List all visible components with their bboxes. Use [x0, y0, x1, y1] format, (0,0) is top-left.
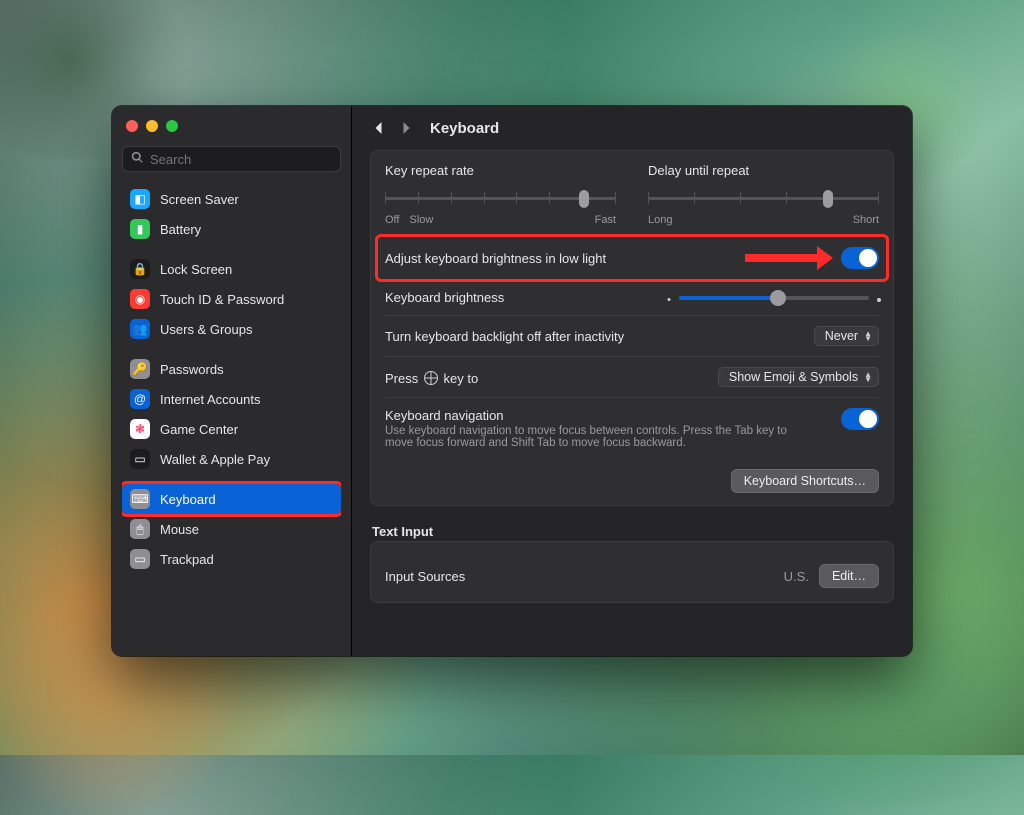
- globe-key-value: Show Emoji & Symbols: [729, 370, 858, 384]
- sidebar-item-label: Trackpad: [160, 552, 214, 567]
- screen-saver-icon: ◧: [130, 189, 150, 209]
- search-icon: [131, 151, 144, 167]
- forward-button[interactable]: [396, 116, 416, 140]
- brightness-slider[interactable]: [669, 296, 879, 300]
- sidebar-item-label: Screen Saver: [160, 192, 239, 207]
- sidebar-item-label: Battery: [160, 222, 201, 237]
- sidebar-item-passwords[interactable]: 🔑 Passwords: [122, 354, 341, 384]
- close-icon[interactable]: [126, 120, 138, 132]
- mouse-icon: 🖱: [130, 519, 150, 539]
- auto-brightness-label: Adjust keyboard brightness in low light: [385, 251, 606, 266]
- sidebar-item-lock-screen[interactable]: 🔒 Lock Screen: [122, 254, 341, 284]
- scale-slow: Slow: [409, 214, 433, 226]
- sidebar-item-label: Passwords: [160, 362, 224, 377]
- sidebar-item-internet-accounts[interactable]: @ Internet Accounts: [122, 384, 341, 414]
- scale-long: Long: [648, 214, 672, 226]
- sidebar-item-label: Wallet & Apple Pay: [160, 452, 270, 467]
- sidebar-item-trackpad[interactable]: ▭ Trackpad: [122, 544, 341, 574]
- sidebar-item-mouse[interactable]: 🖱 Mouse: [122, 514, 341, 544]
- fingerprint-icon: ◉: [130, 289, 150, 309]
- game-center-icon: ❃: [130, 419, 150, 439]
- sidebar-item-label: Keyboard: [160, 492, 216, 507]
- page-title: Keyboard: [430, 120, 499, 137]
- key-repeat-slider[interactable]: [385, 188, 616, 208]
- keyboard-nav-desc: Use keyboard navigation to move focus be…: [385, 425, 805, 449]
- scale-short: Short: [853, 214, 879, 226]
- repeat-sliders: Key repeat rate Off Slow Fast: [385, 163, 879, 236]
- backlight-off-label: Turn keyboard backlight off after inacti…: [385, 329, 624, 344]
- auto-brightness-toggle[interactable]: [841, 247, 879, 269]
- backlight-off-select[interactable]: Never ▲▼: [814, 326, 879, 346]
- sidebar-item-wallet[interactable]: ▭ Wallet & Apple Pay: [122, 444, 341, 474]
- minimize-icon[interactable]: [146, 120, 158, 132]
- sidebar-item-label: Users & Groups: [160, 322, 252, 337]
- row-auto-brightness: Adjust keyboard brightness in low light: [385, 236, 879, 279]
- search-field[interactable]: [122, 146, 341, 172]
- content-pane: Keyboard Key repeat rate Off Slow: [352, 106, 912, 656]
- keyboard-nav-toggle[interactable]: [841, 408, 879, 430]
- sidebar-item-game-center[interactable]: ❃ Game Center: [122, 414, 341, 444]
- users-icon: 👥: [130, 319, 150, 339]
- zoom-icon[interactable]: [166, 120, 178, 132]
- sidebar-item-users-groups[interactable]: 👥 Users & Groups: [122, 314, 341, 344]
- keyboard-shortcuts-button[interactable]: Keyboard Shortcuts…: [731, 469, 879, 493]
- keyboard-nav-label: Keyboard navigation: [385, 408, 841, 423]
- text-input-panel: Input Sources U.S. Edit…: [370, 541, 894, 603]
- chevron-updown-icon: ▲▼: [864, 372, 872, 382]
- input-sources-label: Input Sources: [385, 569, 465, 584]
- backlight-off-value: Never: [825, 329, 858, 343]
- search-input[interactable]: [150, 152, 332, 167]
- delay-repeat-label: Delay until repeat: [648, 163, 879, 178]
- keyboard-panel: Key repeat rate Off Slow Fast: [370, 150, 894, 506]
- sidebar-item-keyboard[interactable]: ⌨ Keyboard: [122, 484, 341, 514]
- globe-key-select[interactable]: Show Emoji & Symbols ▲▼: [718, 367, 879, 387]
- key-icon: 🔑: [130, 359, 150, 379]
- text-input-title: Text Input: [372, 524, 894, 539]
- row-keyboard-nav: Keyboard navigation Use keyboard navigat…: [385, 397, 879, 459]
- row-globe-key: Press key to Show Emoji & Symbols ▲▼: [385, 356, 879, 397]
- sidebar-item-touch-id[interactable]: ◉ Touch ID & Password: [122, 284, 341, 314]
- chevron-updown-icon: ▲▼: [864, 331, 872, 341]
- keyboard-icon: ⌨: [130, 489, 150, 509]
- trackpad-icon: ▭: [130, 549, 150, 569]
- titlebar: Keyboard: [352, 106, 912, 150]
- globe-key-label: Press key to: [385, 369, 478, 386]
- row-input-sources: Input Sources U.S. Edit…: [385, 554, 879, 602]
- window-controls: [122, 118, 341, 146]
- input-sources-edit-button[interactable]: Edit…: [819, 564, 879, 588]
- sidebar-item-battery[interactable]: ▮ Battery: [122, 214, 341, 244]
- at-icon: @: [130, 389, 150, 409]
- globe-icon: [424, 371, 438, 385]
- lock-icon: 🔒: [130, 259, 150, 279]
- delay-repeat-slider[interactable]: [648, 188, 879, 208]
- wallet-icon: ▭: [130, 449, 150, 469]
- sidebar-item-label: Mouse: [160, 522, 199, 537]
- back-button[interactable]: [368, 116, 388, 140]
- sidebar-item-label: Internet Accounts: [160, 392, 260, 407]
- brightness-label: Keyboard brightness: [385, 290, 504, 305]
- annotation-arrow: [745, 246, 833, 270]
- system-settings-window: ◧ Screen Saver ▮ Battery 🔒 Lock Screen ◉…: [112, 106, 912, 656]
- sidebar-nav: ◧ Screen Saver ▮ Battery 🔒 Lock Screen ◉…: [122, 184, 341, 656]
- scale-fast: Fast: [595, 214, 616, 226]
- sidebar: ◧ Screen Saver ▮ Battery 🔒 Lock Screen ◉…: [112, 106, 352, 656]
- row-backlight-off: Turn keyboard backlight off after inacti…: [385, 315, 879, 356]
- battery-icon: ▮: [130, 219, 150, 239]
- sidebar-item-label: Lock Screen: [160, 262, 232, 277]
- scale-off: Off: [385, 214, 399, 226]
- sidebar-item-label: Game Center: [160, 422, 238, 437]
- input-sources-value: U.S.: [784, 569, 809, 584]
- row-brightness: Keyboard brightness: [385, 279, 879, 315]
- sidebar-item-label: Touch ID & Password: [160, 292, 284, 307]
- key-repeat-label: Key repeat rate: [385, 163, 616, 178]
- sidebar-item-screen-saver[interactable]: ◧ Screen Saver: [122, 184, 341, 214]
